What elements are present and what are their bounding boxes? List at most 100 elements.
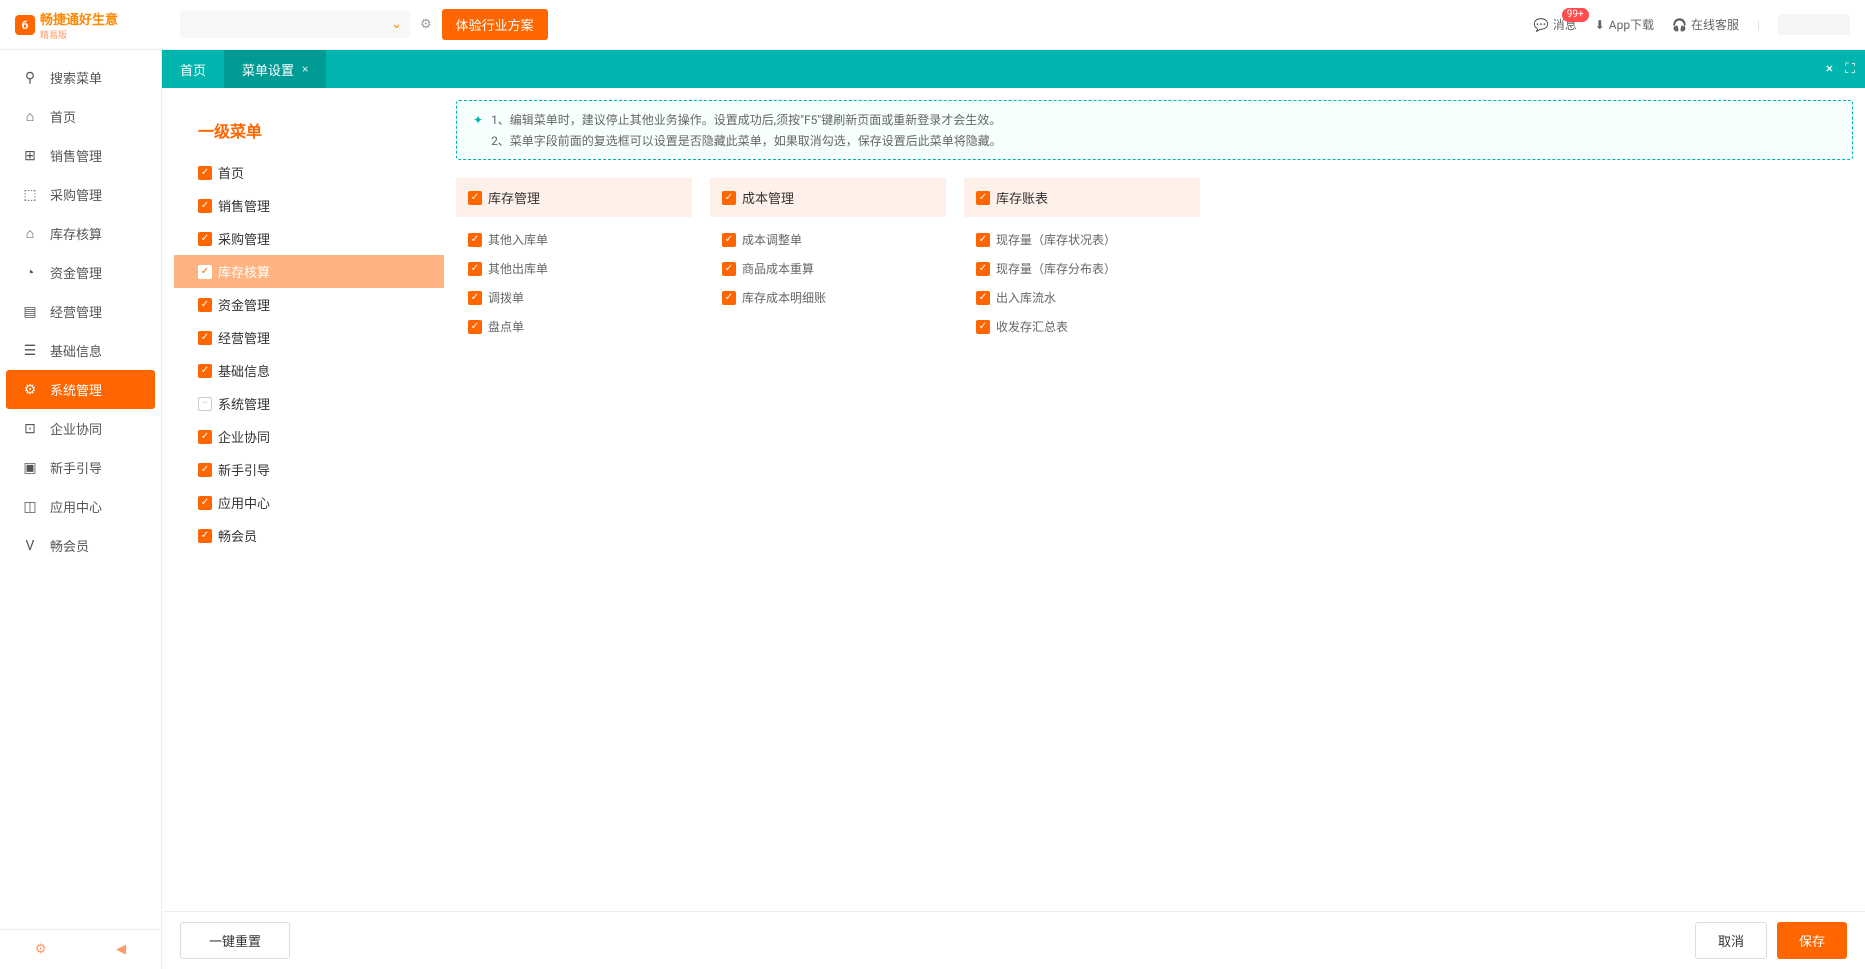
nav-label: 资金管理 <box>50 263 102 282</box>
checkbox-icon[interactable]: ✓ <box>468 262 482 276</box>
group-header[interactable]: ✓库存账表 <box>964 178 1200 217</box>
nav-item-2[interactable]: ⊞销售管理 <box>0 136 161 175</box>
tab-menu-settings[interactable]: 菜单设置 × <box>224 50 326 88</box>
nav-item-1[interactable]: ⌂首页 <box>0 97 161 136</box>
nav-item-6[interactable]: ▤经营管理 <box>0 292 161 331</box>
nav-item-9[interactable]: ⊡企业协同 <box>0 409 161 448</box>
level1-label: 销售管理 <box>218 196 270 215</box>
level1-item-11[interactable]: ✓ 畅会员 <box>174 519 444 552</box>
checkbox-icon[interactable]: ✓ <box>468 191 482 205</box>
checkbox-icon[interactable]: ✓ <box>198 463 212 477</box>
group-item[interactable]: ✓库存成本明细账 <box>722 283 934 312</box>
level1-item-1[interactable]: ✓ 销售管理 <box>174 189 444 222</box>
checkbox-icon[interactable]: ✓ <box>722 191 736 205</box>
group-item[interactable]: ✓ 盘点单 <box>468 312 680 341</box>
checkbox-icon[interactable]: ✓ <box>198 298 212 312</box>
nav-item-12[interactable]: V畅会员 <box>0 526 161 565</box>
nav-label: 应用中心 <box>50 497 102 516</box>
group-item[interactable]: ✓其他入库单 <box>468 225 680 254</box>
checkbox-icon[interactable]: ✓ <box>198 199 212 213</box>
checkbox-icon[interactable]: ✓ <box>722 262 736 276</box>
info-line-1: 1、编辑菜单时，建议停止其他业务操作。设置成功后,须按"F5"键刷新页面或重新登… <box>491 111 1002 128</box>
nav-label: 库存核算 <box>50 224 102 243</box>
cta-button[interactable]: 体验行业方案 <box>442 9 548 40</box>
level1-item-6[interactable]: ✓基础信息 <box>174 354 444 387</box>
group-item-label: 盘点单 <box>488 318 524 335</box>
nav-icon: ◔ <box>22 264 38 281</box>
nav-item-11[interactable]: ◫应用中心 <box>0 487 161 526</box>
checkbox-icon[interactable]: ✓ <box>468 291 482 305</box>
group-item[interactable]: ✓出入库流水 <box>976 283 1188 312</box>
checkbox-icon[interactable]: ✓ <box>976 291 990 305</box>
checkbox-icon[interactable]: ✓ <box>468 320 482 334</box>
checkbox-icon[interactable]: ✓ <box>198 232 212 246</box>
group-0: ✓库存管理✓其他入库单✓其他出库单✓调拨单✓盘点单 <box>456 178 692 355</box>
gear-icon[interactable]: ⚙ <box>420 17 432 32</box>
nav-item-10[interactable]: ▣新手引导 <box>0 448 161 487</box>
level1-item-9[interactable]: ✓新手引导 <box>174 453 444 486</box>
online-service-button[interactable]: 🎧 在线客服 <box>1672 16 1739 33</box>
checkbox-icon[interactable]: ✓ <box>198 265 212 279</box>
checkbox-icon[interactable]: ✓ <box>198 529 212 543</box>
level1-item-7[interactable]: –系统管理 <box>174 387 444 420</box>
group-header[interactable]: ✓库存管理 <box>456 178 692 217</box>
checkbox-icon[interactable]: ✓ <box>722 291 736 305</box>
nav-item-8[interactable]: ⚙系统管理 <box>6 370 155 409</box>
level1-label: 畅会员 <box>218 526 257 545</box>
download-icon: ⬇ <box>1595 18 1605 32</box>
level1-item-4[interactable]: ✓资金管理 <box>174 288 444 321</box>
group-item[interactable]: ✓收发存汇总表 <box>976 312 1188 341</box>
checkbox-icon[interactable]: – <box>198 397 212 411</box>
checkbox-icon[interactable]: ✓ <box>976 262 990 276</box>
reset-button[interactable]: 一键重置 <box>180 922 290 959</box>
content-area: 一级菜单 ✓首页✓销售管理✓采购管理✓库存核算✓资金管理✓经营管理✓基础信息–系… <box>162 88 1865 911</box>
level1-item-0[interactable]: ✓首页 <box>174 156 444 189</box>
checkbox-icon[interactable]: ✓ <box>976 191 990 205</box>
checkbox-icon[interactable]: ✓ <box>198 496 212 510</box>
group-item[interactable]: ✓现存量（库存状况表） <box>976 225 1188 254</box>
checkbox-icon[interactable]: ✓ <box>722 233 736 247</box>
fullscreen-icon[interactable]: ⛶ <box>1845 61 1855 77</box>
group-item[interactable]: ✓其他出库单 <box>468 254 680 283</box>
group-item[interactable]: ✓商品成本重算 <box>722 254 934 283</box>
level1-item-2[interactable]: ✓ 采购管理 <box>174 222 444 255</box>
close-all-icon[interactable]: × <box>1826 61 1833 77</box>
checkbox-icon[interactable]: ✓ <box>198 166 212 180</box>
nav-item-5[interactable]: ◔ 资金管理 <box>0 253 161 292</box>
group-header[interactable]: ✓ 成本管理 <box>710 178 946 217</box>
cancel-button[interactable]: 取消 <box>1695 922 1767 959</box>
group-item[interactable]: ✓ 调拨单 <box>468 283 680 312</box>
group-item[interactable]: ✓现存量（库存分布表） <box>976 254 1188 283</box>
nav-item-7[interactable]: ☰基础信息 <box>0 331 161 370</box>
level1-item-10[interactable]: ✓应用中心 <box>174 486 444 519</box>
checkbox-icon[interactable]: ✓ <box>198 331 212 345</box>
level1-label: 采购管理 <box>218 229 270 248</box>
group-item[interactable]: ✓成本调整单 <box>722 225 934 254</box>
checkbox-icon[interactable]: ✓ <box>976 320 990 334</box>
org-selector[interactable]: ⌄ <box>180 11 410 38</box>
app-download-button[interactable]: ⬇ App下载 <box>1595 16 1654 33</box>
group-body: ✓现存量（库存状况表）✓现存量（库存分布表）✓出入库流水✓收发存汇总表 <box>964 217 1200 355</box>
nav-item-3[interactable]: ⬚采购管理 <box>0 175 161 214</box>
settings-icon[interactable]: ⚙ <box>35 942 47 957</box>
group-header-label: 成本管理 <box>742 188 794 207</box>
tab-home[interactable]: 首页 <box>162 50 224 88</box>
info-box: ✦ 1、编辑菜单时，建议停止其他业务操作。设置成功后,须按"F5"键刷新页面或重… <box>456 100 1853 160</box>
save-button[interactable]: 保存 <box>1777 922 1847 959</box>
checkbox-icon[interactable]: ✓ <box>976 233 990 247</box>
collapse-icon[interactable]: ◀ <box>116 942 126 957</box>
level1-item-8[interactable]: ✓企业协同 <box>174 420 444 453</box>
checkbox-icon[interactable]: ✓ <box>198 430 212 444</box>
group-item-label: 调拨单 <box>488 289 524 306</box>
checkbox-icon[interactable]: ✓ <box>198 364 212 378</box>
messages-button[interactable]: 💬 消息 99+ <box>1534 16 1577 33</box>
nav-item-0[interactable]: ⚲搜索菜单 <box>0 58 161 97</box>
level1-item-3[interactable]: ✓库存核算 <box>174 255 444 288</box>
checkbox-icon[interactable]: ✓ <box>468 233 482 247</box>
nav-item-4[interactable]: ⌂库存核算 <box>0 214 161 253</box>
close-icon[interactable]: × <box>302 62 308 76</box>
nav-label: 经营管理 <box>50 302 102 321</box>
logo[interactable]: 6 畅捷通好生意 精易版 <box>15 9 170 41</box>
user-menu[interactable] <box>1778 14 1850 35</box>
level1-item-5[interactable]: ✓经营管理 <box>174 321 444 354</box>
